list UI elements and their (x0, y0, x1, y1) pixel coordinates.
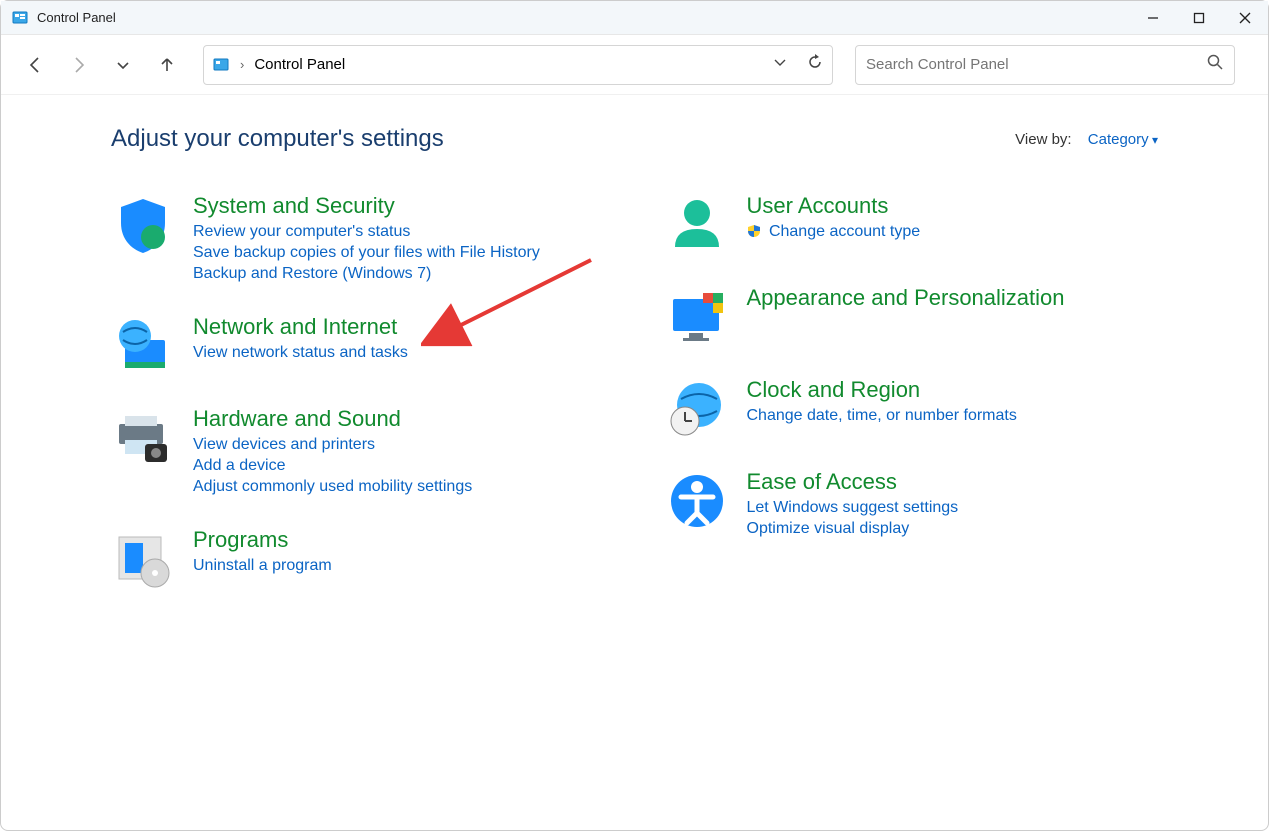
view-by-value[interactable]: Category (1088, 131, 1158, 148)
view-by-control[interactable]: View by: Category (1015, 131, 1158, 148)
category-system-security: System and Security Review your computer… (111, 193, 605, 286)
content-area: Adjust your computer's settings View by:… (1, 95, 1268, 830)
category-link[interactable]: Add a device (193, 457, 472, 475)
category-link[interactable]: View devices and printers (193, 436, 472, 454)
category-link[interactable]: Backup and Restore (Windows 7) (193, 265, 540, 283)
category-title[interactable]: User Accounts (747, 193, 921, 219)
address-dropdown-button[interactable] (772, 54, 788, 75)
category-link[interactable]: View network status and tasks (193, 344, 408, 362)
category-link[interactable]: Change account type (747, 223, 921, 241)
minimize-button[interactable] (1130, 1, 1176, 35)
title-bar: Control Panel (1, 1, 1268, 35)
maximize-button[interactable] (1176, 1, 1222, 35)
window-controls (1130, 1, 1268, 35)
category-ease-of-access: Ease of Access Let Windows suggest setti… (665, 469, 1159, 541)
category-title[interactable]: System and Security (193, 193, 540, 219)
category-title[interactable]: Hardware and Sound (193, 406, 472, 432)
category-appearance-personalization: Appearance and Personalization (665, 285, 1159, 349)
category-link[interactable]: Let Windows suggest settings (747, 499, 959, 517)
category-link[interactable]: Review your computer's status (193, 223, 540, 241)
category-network-internet: Network and Internet View network status… (111, 314, 605, 378)
breadcrumb-separator-icon: › (240, 57, 244, 72)
breadcrumb-text[interactable]: Control Panel (254, 56, 345, 73)
up-button[interactable] (147, 45, 187, 85)
content-header: Adjust your computer's settings View by:… (111, 125, 1158, 153)
page-heading: Adjust your computer's settings (111, 125, 444, 153)
category-clock-region: Clock and Region Change date, time, or n… (665, 377, 1159, 441)
category-link[interactable]: Save backup copies of your files with Fi… (193, 244, 540, 262)
category-programs: Programs Uninstall a program (111, 527, 605, 591)
user-icon (665, 193, 729, 257)
search-icon[interactable] (1206, 53, 1224, 76)
monitor-colors-icon (665, 285, 729, 349)
category-title[interactable]: Clock and Region (747, 377, 1017, 403)
category-link[interactable]: Adjust commonly used mobility settings (193, 478, 472, 496)
category-title[interactable]: Programs (193, 527, 332, 553)
category-title[interactable]: Network and Internet (193, 314, 408, 340)
printer-camera-icon (111, 406, 175, 470)
category-title[interactable]: Ease of Access (747, 469, 959, 495)
view-by-label: View by: (1015, 131, 1071, 148)
category-link[interactable]: Change date, time, or number formats (747, 407, 1017, 425)
category-link-text: Change account type (769, 223, 920, 240)
category-link[interactable]: Uninstall a program (193, 557, 332, 575)
address-bar[interactable]: › Control Panel (203, 45, 833, 85)
category-title[interactable]: Appearance and Personalization (747, 285, 1065, 311)
window-title: Control Panel (37, 10, 116, 25)
category-hardware-sound: Hardware and Sound View devices and prin… (111, 406, 605, 499)
category-column-right: User Accounts Change account type (665, 193, 1159, 619)
app-icon (11, 9, 29, 27)
category-link[interactable]: Optimize visual display (747, 520, 959, 538)
navigation-bar: › Control Panel (1, 35, 1268, 95)
search-bar[interactable] (855, 45, 1235, 85)
recent-locations-button[interactable] (103, 45, 143, 85)
close-button[interactable] (1222, 1, 1268, 35)
location-icon (212, 56, 230, 74)
programs-disc-icon (111, 527, 175, 591)
category-column-left: System and Security Review your computer… (111, 193, 605, 619)
globe-monitor-icon (111, 314, 175, 378)
uac-shield-icon (747, 224, 761, 238)
accessibility-icon (665, 469, 729, 533)
category-user-accounts: User Accounts Change account type (665, 193, 1159, 257)
shield-icon (111, 193, 175, 257)
globe-clock-icon (665, 377, 729, 441)
back-button[interactable] (15, 45, 55, 85)
search-input[interactable] (866, 56, 1206, 73)
forward-button[interactable] (59, 45, 99, 85)
refresh-button[interactable] (806, 53, 824, 76)
